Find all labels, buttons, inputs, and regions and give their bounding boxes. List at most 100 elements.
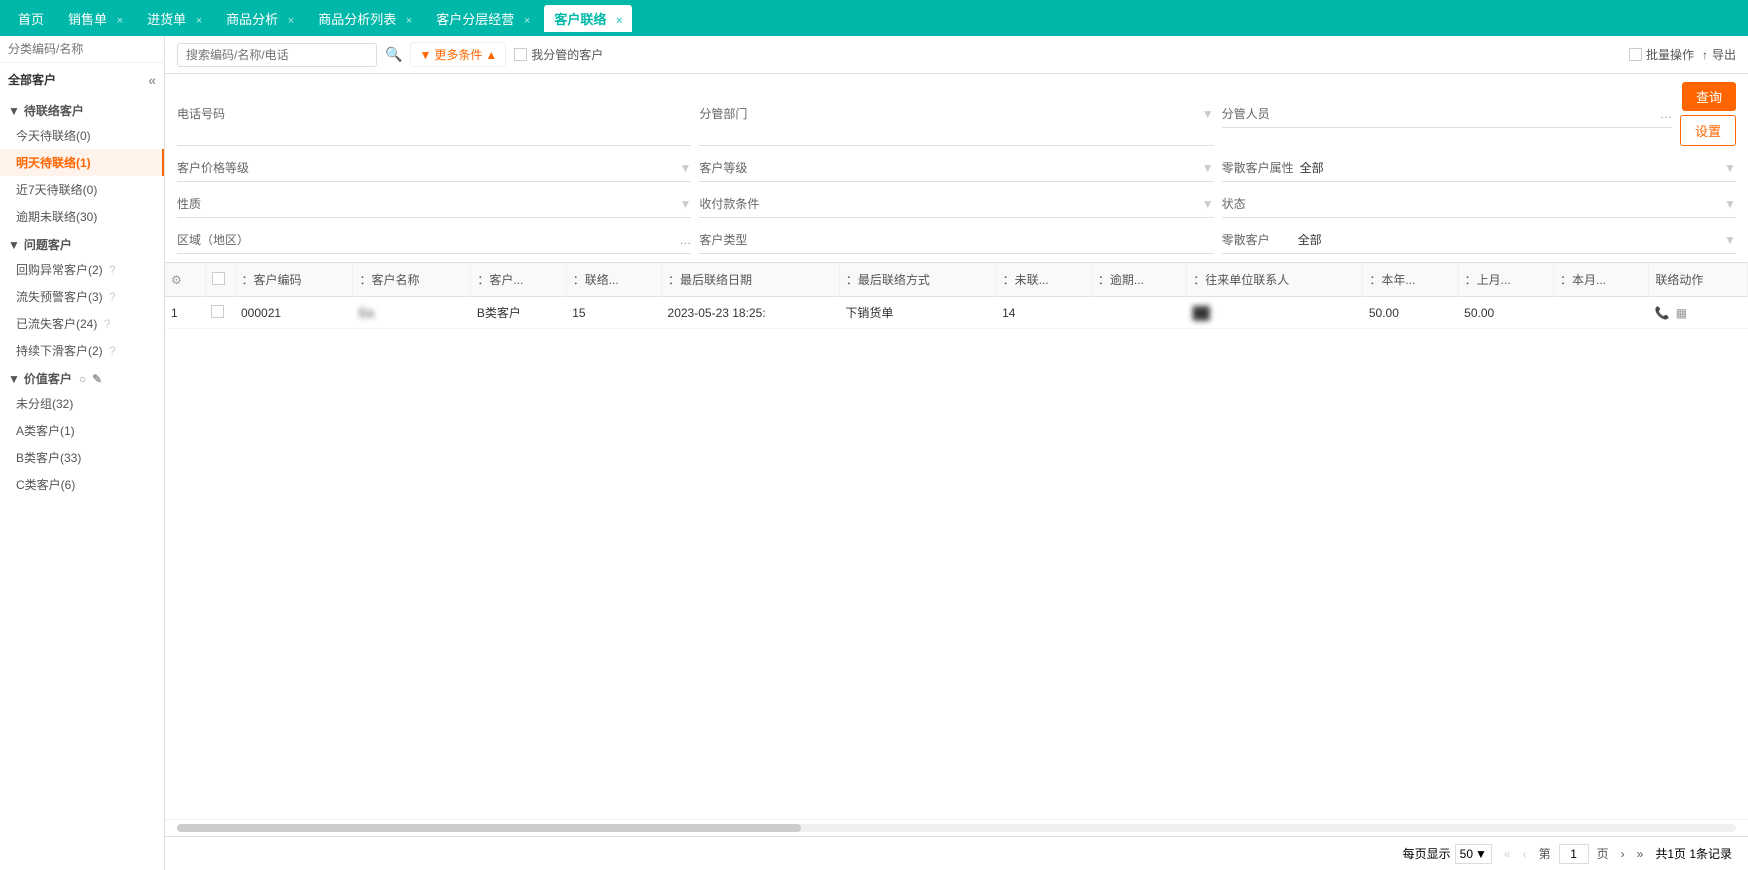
sidebar-section-pending: ▼ 待联络客户 — [0, 96, 164, 122]
payment-label: 收付款条件 — [699, 195, 769, 212]
page-unit-label: 页 — [1593, 843, 1613, 864]
sidebar-item-today-contact[interactable]: 今天待联络(0) — [0, 122, 164, 149]
sidebar-item-tomorrow-contact[interactable]: 明天待联络(1) — [0, 149, 164, 176]
sidebar-item-class-c[interactable]: C类客户(6) — [0, 471, 164, 498]
nav-sales-order[interactable]: 销售单 × — [58, 5, 133, 32]
sub-dept-arrow-icon[interactable]: ▼ — [1202, 107, 1214, 121]
payment-arrow-icon[interactable]: ▼ — [1202, 197, 1214, 211]
sidebar-section-problem: ▼ 问题客户 — [0, 230, 164, 256]
nav-home[interactable]: 首页 — [8, 5, 54, 32]
td-customer-code: 000021 — [235, 297, 353, 329]
action-phone-icon[interactable]: 📞 — [1655, 306, 1670, 320]
customers-table: ⚙ ：客户编码 ：客户名称 ：客户... ：联络... ：最后联络日期 ：最后联… — [165, 263, 1748, 329]
help-icon-1[interactable]: ? — [109, 290, 116, 304]
query-button[interactable]: 查询 — [1682, 82, 1736, 111]
sidebar-item-overdue-contact[interactable]: 逾期未联络(30) — [0, 203, 164, 230]
sub-dept-label: 分管部门 — [699, 105, 769, 122]
price-level-arrow-icon[interactable]: ▼ — [679, 161, 691, 175]
select-all-checkbox[interactable] — [212, 272, 225, 285]
first-page-btn[interactable]: « — [1500, 845, 1515, 863]
horizontal-scrollbar[interactable] — [177, 824, 1736, 832]
th-check — [205, 263, 235, 297]
th-last-month: ：上月... — [1458, 263, 1553, 297]
prev-page-btn[interactable]: ‹ — [1519, 845, 1531, 863]
page-size-control: 每页显示 50 ▼ — [1403, 844, 1492, 864]
filter-retail-attr: 零散客户属性 全部 ▼ — [1222, 154, 1736, 182]
nav-customer-contact[interactable]: 客户联络 × — [544, 5, 632, 32]
search-input[interactable] — [177, 43, 377, 67]
value-add-icon[interactable]: ○ — [79, 372, 86, 386]
filter-search-icon[interactable]: 🔍 — [385, 46, 402, 63]
filter-retail-customer: 零散客户 全部 ▼ — [1222, 226, 1736, 254]
th-this-month: ：本月... — [1554, 263, 1649, 297]
contact-person-blurred: ██ — [1193, 306, 1210, 320]
sidebar-item-churn-warning[interactable]: 流失预警客户(3) ? — [0, 283, 164, 310]
close-product-analysis-icon[interactable]: × — [288, 15, 294, 27]
sidebar-item-ungroup[interactable]: 未分组(32) — [0, 390, 164, 417]
sidebar-item-class-b[interactable]: B类客户(33) — [0, 444, 164, 471]
sidebar-item-class-a[interactable]: A类客户(1) — [0, 417, 164, 444]
row-checkbox[interactable] — [211, 305, 224, 318]
abnormal-repurchase-label: 回购异常客户(2) — [16, 263, 103, 277]
sidebar-item-churned[interactable]: 已流失客户(24) ? — [0, 310, 164, 337]
batch-ops-btn[interactable]: 批量操作 — [1629, 46, 1694, 63]
batch-ops-label: 批量操作 — [1646, 46, 1694, 63]
retail-attr-value[interactable]: 全部 — [1300, 159, 1724, 176]
status-arrow-icon[interactable]: ▼ — [1724, 197, 1736, 211]
th-customer-type-label: ：客户... — [477, 273, 523, 287]
sidebar-search-input[interactable] — [8, 42, 163, 56]
action-grid-icon[interactable]: ▦ — [1676, 306, 1687, 320]
customer-level-arrow-icon[interactable]: ▼ — [1202, 161, 1214, 175]
next-page-btn[interactable]: › — [1617, 845, 1629, 863]
td-overdue — [1091, 297, 1186, 329]
value-toggle-icon[interactable]: ▼ — [8, 372, 20, 386]
td-contact-count: 15 — [566, 297, 661, 329]
contact-method-link[interactable]: 下销货单 — [845, 306, 893, 320]
more-conditions-label: 更多条件 — [434, 46, 482, 63]
page-number-input[interactable] — [1559, 844, 1589, 864]
nav-product-analysis-list[interactable]: 商品分析列表 × — [308, 5, 422, 32]
sidebar-item-abnormal-repurchase[interactable]: 回购异常客户(2) ? — [0, 256, 164, 283]
nav-purchase-order[interactable]: 进货单 × — [137, 5, 212, 32]
close-customer-seg-icon[interactable]: × — [524, 15, 530, 27]
data-table-wrapper: ⚙ ：客户编码 ：客户名称 ：客户... ：联络... ：最后联络日期 ：最后联… — [165, 263, 1748, 819]
help-icon-0[interactable]: ? — [109, 263, 116, 277]
more-conditions-btn[interactable]: ▼ 更多条件 ▲ — [410, 42, 506, 67]
help-icon-2[interactable]: ? — [104, 317, 111, 331]
customer-type-label: 客户类型 — [699, 231, 769, 248]
value-edit-icon[interactable]: ✎ — [92, 372, 102, 386]
sidebar-all-customers[interactable]: 全部客户 « — [0, 63, 164, 96]
sidebar-collapse-icon[interactable]: « — [148, 72, 156, 88]
gender-arrow-icon[interactable]: ▼ — [679, 197, 691, 211]
th-action: 联络动作 — [1649, 263, 1748, 297]
declining-label: 持续下滑客户(2) — [16, 344, 103, 358]
help-icon-3[interactable]: ? — [109, 344, 116, 358]
filter-status: 状态 ▼ — [1222, 190, 1736, 218]
export-btn[interactable]: ↑ 导出 — [1702, 46, 1736, 63]
retail-customer-arrow-icon[interactable]: ▼ — [1724, 233, 1736, 247]
close-customer-contact-icon[interactable]: × — [616, 15, 622, 27]
close-sales-order-icon[interactable]: × — [117, 15, 123, 27]
problem-toggle-icon[interactable]: ▼ — [8, 238, 20, 252]
nav-product-analysis[interactable]: 商品分析 × — [216, 5, 304, 32]
pending-toggle-icon[interactable]: ▼ — [8, 104, 20, 118]
status-label: 状态 — [1222, 195, 1292, 212]
sub-person-dots-icon[interactable]: … — [1660, 107, 1672, 121]
set-button[interactable]: 设置 — [1680, 115, 1736, 146]
region-dots-icon[interactable]: … — [679, 233, 691, 247]
churn-warning-label: 流失预警客户(3) — [16, 290, 103, 304]
scrollbar-thumb[interactable] — [177, 824, 801, 832]
retail-customer-value[interactable]: 全部 — [1298, 231, 1724, 248]
last-page-btn[interactable]: » — [1633, 845, 1648, 863]
my-customers-checkbox[interactable] — [514, 48, 527, 61]
close-purchase-order-icon[interactable]: × — [196, 15, 202, 27]
retail-attr-arrow-icon[interactable]: ▼ — [1724, 161, 1736, 175]
my-customers-filter[interactable]: 我分管的客户 — [514, 46, 603, 63]
sidebar-item-7days-contact[interactable]: 近7天待联络(0) — [0, 176, 164, 203]
sidebar: 🔍 全部客户 « ▼ 待联络客户 今天待联络(0) 明天待联络(1) 近7天待联… — [0, 36, 165, 870]
page-size-selector[interactable]: 50 ▼ — [1455, 844, 1492, 864]
table-gear-icon[interactable]: ⚙ — [171, 273, 182, 287]
close-product-analysis-list-icon[interactable]: × — [406, 15, 412, 27]
nav-customer-segmentation[interactable]: 客户分层经营 × — [426, 5, 540, 32]
sidebar-item-declining[interactable]: 持续下滑客户(2) ? — [0, 337, 164, 364]
